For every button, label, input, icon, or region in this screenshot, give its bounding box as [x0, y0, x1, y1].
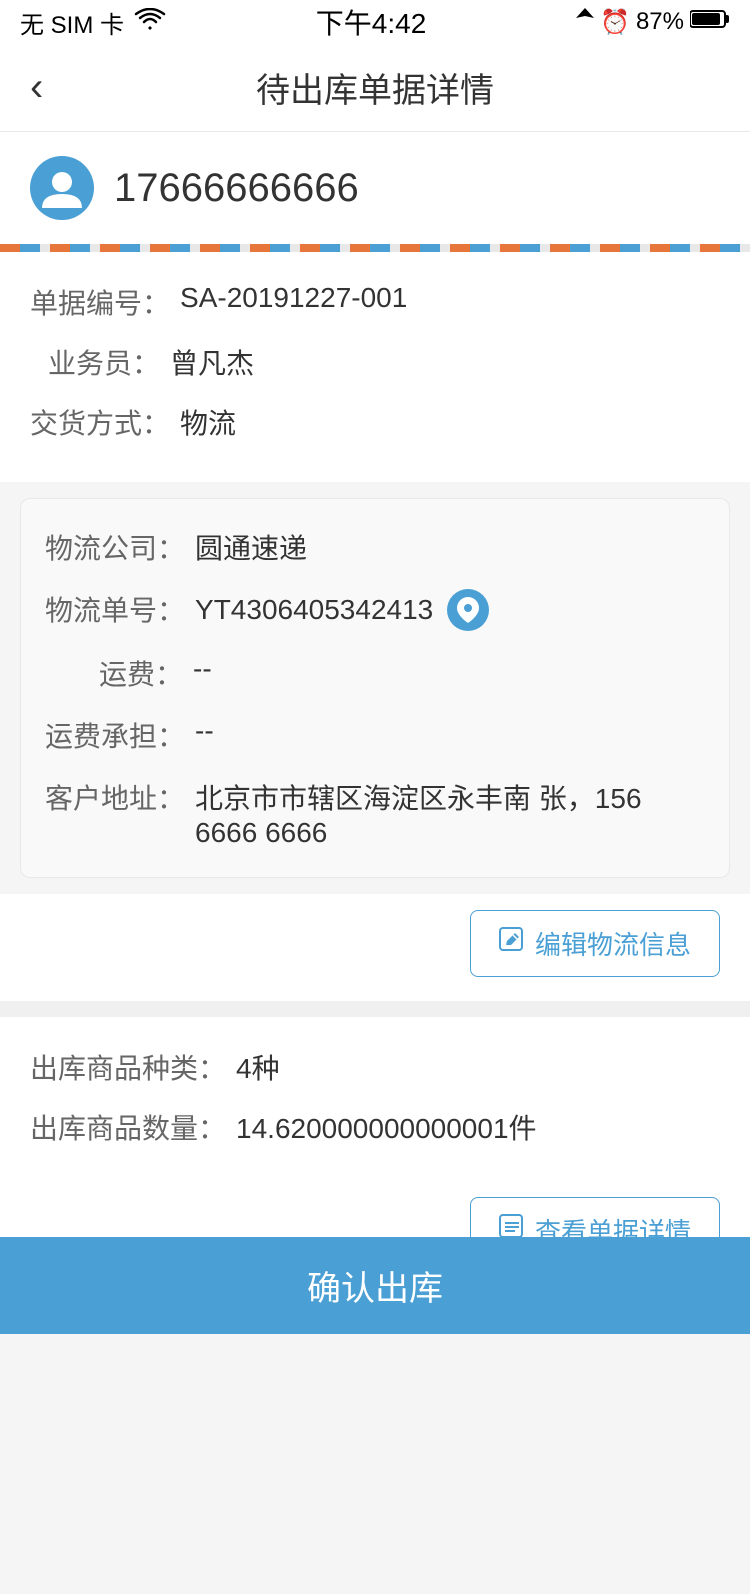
edit-logistics-area: 编辑物流信息 [0, 894, 750, 1001]
edit-logistics-label: 编辑物流信息 [535, 925, 691, 962]
order-number-row: 单据编号： SA-20191227-001 [30, 282, 720, 322]
tracking-number-container: YT43064053424​13 [195, 589, 705, 631]
order-number-value: SA-20191227-001 [180, 282, 720, 314]
logistics-company-label: 物流公司： [45, 527, 195, 567]
address-row: 客户地址： 北京市市辖区海淀区永丰南 张，156 6666 6666 [45, 777, 705, 849]
nav-bar: ‹ 待出库单据详情 [0, 44, 750, 132]
carrier-text: 无 SIM 卡 [20, 5, 124, 40]
delivery-method-value: 物流 [180, 402, 720, 442]
tracking-number-row: 物流单号： YT43064053424​13 [45, 589, 705, 631]
alarm-icon: ⏰ [600, 8, 630, 37]
order-number-label: 单据编号： [30, 282, 180, 322]
order-info-section: 单据编号： SA-20191227-001 业务员： 曾凡杰 交货方式： 物流 [0, 252, 750, 482]
product-quantity-value: 14.620000000000001件 [236, 1107, 537, 1147]
customer-section: 17666666666 [0, 132, 750, 252]
confirm-button-label: 确认出库 [307, 1270, 443, 1308]
logistics-card: 物流公司： 圆通速递 物流单号： YT43064053424​13 运费： --… [20, 498, 730, 878]
location-track-button[interactable] [447, 589, 489, 631]
page-title: 待出库单据详情 [256, 63, 494, 112]
tracking-number-value: YT43064053424​13 [195, 594, 433, 626]
battery-icon [690, 8, 730, 36]
status-time: 下午4:42 [316, 2, 427, 42]
wifi-icon [134, 8, 166, 37]
edit-logistics-button[interactable]: 编辑物流信息 [470, 910, 720, 977]
battery-text: 87% [636, 8, 684, 36]
location-icon [576, 8, 594, 37]
edit-icon [499, 927, 525, 960]
customer-header: 17666666666 [0, 132, 750, 244]
product-types-value: 4种 [236, 1047, 280, 1087]
tracking-number-label: 物流单号： [45, 589, 195, 629]
delivery-method-label: 交货方式： [30, 402, 180, 442]
freight-bearer-label: 运费承担： [45, 715, 195, 755]
confirm-button[interactable]: 确认出库 [0, 1237, 750, 1334]
customer-phone: 17666666666 [114, 166, 359, 211]
product-section: 出库商品种类： 4种 出库商品数量： 14.620000000000001件 [0, 1017, 750, 1187]
dashed-divider [0, 244, 750, 252]
freight-bearer-row: 运费承担： -- [45, 715, 705, 755]
back-button[interactable]: ‹ [30, 65, 43, 110]
status-right: ⏰ 87% [576, 8, 730, 37]
salesperson-value: 曾凡杰 [170, 342, 720, 382]
salesperson-row: 业务员： 曾凡杰 [30, 342, 720, 382]
product-types-label: 出库商品种类： [30, 1047, 236, 1087]
delivery-method-row: 交货方式： 物流 [30, 402, 720, 442]
freight-bearer-value: -- [195, 715, 705, 747]
freight-row: 运费： -- [45, 653, 705, 693]
freight-label: 运费： [45, 653, 193, 693]
logistics-company-row: 物流公司： 圆通速递 [45, 527, 705, 567]
status-left: 无 SIM 卡 [20, 5, 166, 40]
logistics-company-value: 圆通速递 [195, 527, 705, 567]
section-divider [0, 1001, 750, 1017]
product-quantity-label: 出库商品数量： [30, 1107, 236, 1147]
avatar [30, 156, 94, 220]
product-types-row: 出库商品种类： 4种 [30, 1047, 720, 1087]
freight-value: -- [193, 653, 705, 685]
status-bar: 无 SIM 卡 下午4:42 ⏰ 87% [0, 0, 750, 44]
product-quantity-row: 出库商品数量： 14.620000000000001件 [30, 1107, 720, 1147]
salesperson-label: 业务员： [30, 342, 170, 382]
address-label: 客户地址： [45, 777, 195, 817]
address-value: 北京市市辖区海淀区永丰南 张，156 6666 6666 [195, 777, 705, 849]
